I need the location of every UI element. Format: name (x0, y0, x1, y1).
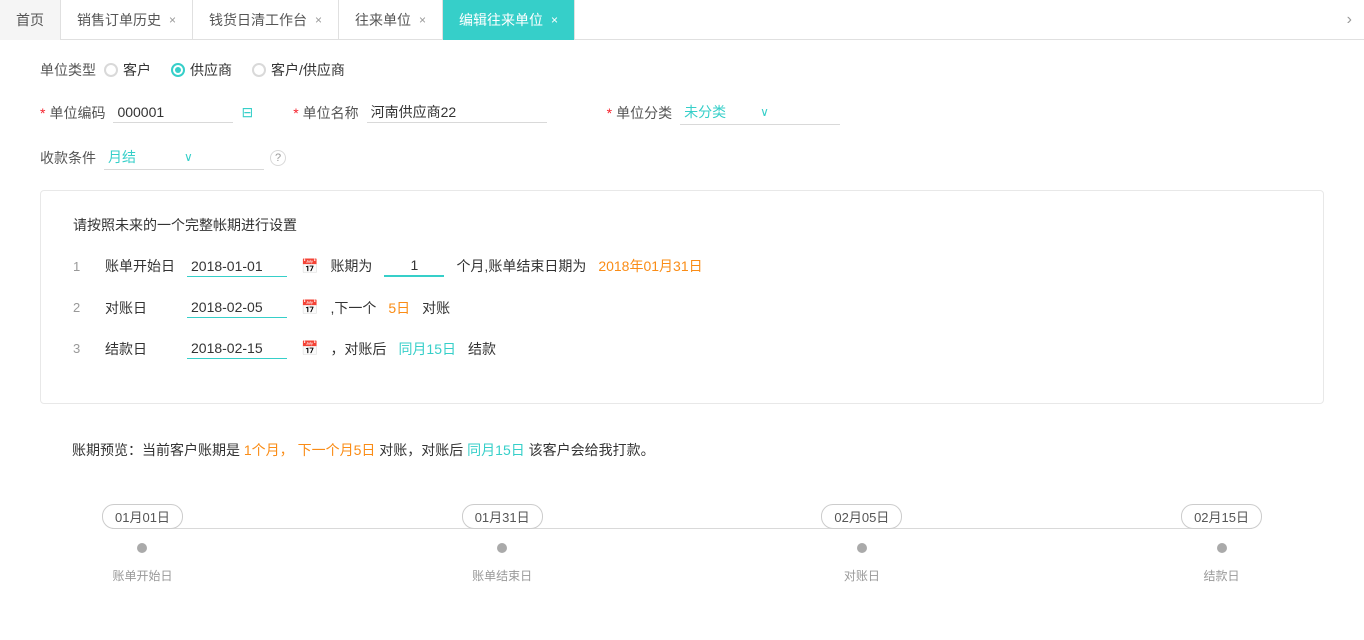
payment-date[interactable] (187, 338, 287, 359)
row-num-2: 2 (73, 300, 93, 315)
reconcile-cal-icon[interactable]: 📅 (301, 299, 318, 316)
preview-middle: 对账，对账后 (379, 442, 463, 458)
help-icon[interactable]: ? (270, 150, 286, 166)
payment-prefix: ，对账后 (330, 339, 386, 359)
unit-category-value: 未分类 (684, 102, 760, 122)
row-num-1: 1 (73, 259, 93, 274)
reconcile-day-highlight: 5日 (388, 298, 410, 318)
tab-close-cashflow[interactable]: × (315, 13, 322, 27)
tab-bar: 首页 销售订单历史 × 钱货日清工作台 × 往来单位 × 编辑往来单位 × › (0, 0, 1364, 40)
payment-terms-value: 月结 (108, 147, 184, 167)
preview-suffix: 该客户会给我打款。 (529, 442, 655, 458)
unit-category-required: * (607, 105, 612, 121)
billing-start-suffix-after: 个月,账单结束日期为 (456, 256, 586, 276)
tab-close-edit-counterparty[interactable]: × (551, 13, 558, 27)
timeline-dot-3 (857, 543, 867, 553)
timeline-label-3: 02月05日 (821, 504, 902, 529)
copy-icon[interactable]: ⊟ (241, 104, 253, 121)
unit-code-required: * (40, 105, 45, 121)
radio-circle-both (252, 63, 266, 77)
tab-close-sales-history[interactable]: × (169, 13, 176, 27)
unit-type-radio-group: 客户 供应商 客户/供应商 (104, 60, 345, 80)
main-content: 单位类型 客户 供应商 客户/供应商 * 单位编码 ⊟ * 单位名称 * (0, 40, 1364, 640)
timeline-point-3: 02月05日 对账日 (821, 504, 902, 584)
payment-terms-label: 收款条件 (40, 148, 96, 168)
preview-part2: 下一个月5日 (298, 442, 376, 458)
tab-expand-button[interactable]: › (1335, 11, 1364, 29)
reconcile-date[interactable] (187, 297, 287, 318)
billing-start-date[interactable] (187, 256, 287, 277)
timeline-container: 01月01日 账单开始日 01月31日 账单结束日 02月05日 (72, 484, 1292, 604)
reconcile-suffix: 对账 (422, 298, 450, 318)
preview-text: 账期预览：当前客户账期是 1个月， 下一个月5日 对账，对账后 同月15日 该客… (72, 440, 1292, 460)
timeline-point-4: 02月15日 结款日 (1181, 504, 1262, 584)
timeline-dot-2 (497, 543, 507, 553)
preview-part1: 1个月， (244, 442, 294, 458)
section-title: 请按照未来的一个完整帐期进行设置 (73, 215, 1291, 235)
unit-type-label: 单位类型 (40, 60, 96, 80)
timeline-sublabel-1: 账单开始日 (112, 567, 172, 584)
preview-section: 账期预览：当前客户账期是 1个月， 下一个月5日 对账，对账后 同月15日 该客… (40, 424, 1324, 620)
timeline-points: 01月01日 账单开始日 01月31日 账单结束日 02月05日 (72, 504, 1292, 584)
timeline-point-1: 01月01日 账单开始日 (102, 504, 183, 584)
unit-name-input[interactable] (367, 102, 547, 123)
billing-end-date-highlight: 2018年01月31日 (598, 256, 702, 276)
payment-cal-icon[interactable]: 📅 (301, 340, 318, 357)
payment-row: 3 结款日 📅 ，对账后 同月15日 结款 (73, 338, 1291, 359)
unit-type-row: 单位类型 客户 供应商 客户/供应商 (40, 60, 1324, 80)
unit-category-chevron: ∨ (760, 105, 836, 119)
unit-name-label: 单位名称 (303, 103, 359, 123)
radio-circle-supplier (171, 63, 185, 77)
reconcile-label: 对账日 (105, 298, 175, 318)
billing-start-label: 账单开始日 (105, 256, 175, 276)
timeline-dot-4 (1217, 543, 1227, 553)
timeline-label-1: 01月01日 (102, 504, 183, 529)
unit-code-input[interactable] (113, 102, 233, 123)
tab-home[interactable]: 首页 (0, 0, 61, 40)
timeline-dot-1 (137, 543, 147, 553)
tab-cashflow[interactable]: 钱货日清工作台 × (193, 0, 339, 40)
radio-customer[interactable]: 客户 (104, 60, 151, 80)
tab-close-counterparty[interactable]: × (419, 13, 426, 27)
payment-suffix: 结款 (468, 339, 496, 359)
payment-terms-select[interactable]: 月结 ∨ (104, 145, 264, 170)
timeline-sublabel-4: 结款日 (1204, 567, 1240, 584)
settings-section: 请按照未来的一个完整帐期进行设置 1 账单开始日 📅 账期为 个月,账单结束日期… (40, 190, 1324, 404)
preview-part3: 同月15日 (467, 442, 525, 458)
billing-start-cal-icon[interactable]: 📅 (301, 258, 318, 275)
timeline-sublabel-3: 对账日 (844, 567, 880, 584)
unit-category-select[interactable]: 未分类 ∨ (680, 100, 840, 125)
unit-code-label: 单位编码 (49, 103, 105, 123)
payment-terms-row: 收款条件 月结 ∨ ? (40, 145, 1324, 170)
reconcile-prefix: ,下一个 (330, 298, 376, 318)
payment-label: 结款日 (105, 339, 175, 359)
timeline-sublabel-2: 账单结束日 (472, 567, 532, 584)
timeline-label-4: 02月15日 (1181, 504, 1262, 529)
billing-start-row: 1 账单开始日 📅 账期为 个月,账单结束日期为 2018年01月31日 (73, 255, 1291, 277)
reconcile-row: 2 对账日 📅 ,下一个 5日 对账 (73, 297, 1291, 318)
radio-both[interactable]: 客户/供应商 (252, 60, 345, 80)
radio-circle-customer (104, 63, 118, 77)
unit-info-row: * 单位编码 ⊟ * 单位名称 * 单位分类 未分类 ∨ (40, 100, 1324, 125)
radio-supplier[interactable]: 供应商 (171, 60, 232, 80)
tab-sales-history[interactable]: 销售订单历史 × (61, 0, 193, 40)
preview-prefix: 账期预览：当前客户账期是 (72, 442, 240, 458)
billing-start-suffix-before: 账期为 (330, 256, 372, 276)
period-input[interactable] (384, 255, 444, 277)
row-num-3: 3 (73, 341, 93, 356)
tab-counterparty[interactable]: 往来单位 × (339, 0, 443, 40)
unit-name-required: * (293, 105, 298, 121)
unit-category-label: 单位分类 (616, 103, 672, 123)
payment-day-highlight: 同月15日 (398, 339, 456, 359)
payment-terms-chevron: ∨ (184, 150, 260, 164)
timeline-label-2: 01月31日 (462, 504, 543, 529)
tab-edit-counterparty[interactable]: 编辑往来单位 × (443, 0, 575, 40)
timeline-point-2: 01月31日 账单结束日 (462, 504, 543, 584)
